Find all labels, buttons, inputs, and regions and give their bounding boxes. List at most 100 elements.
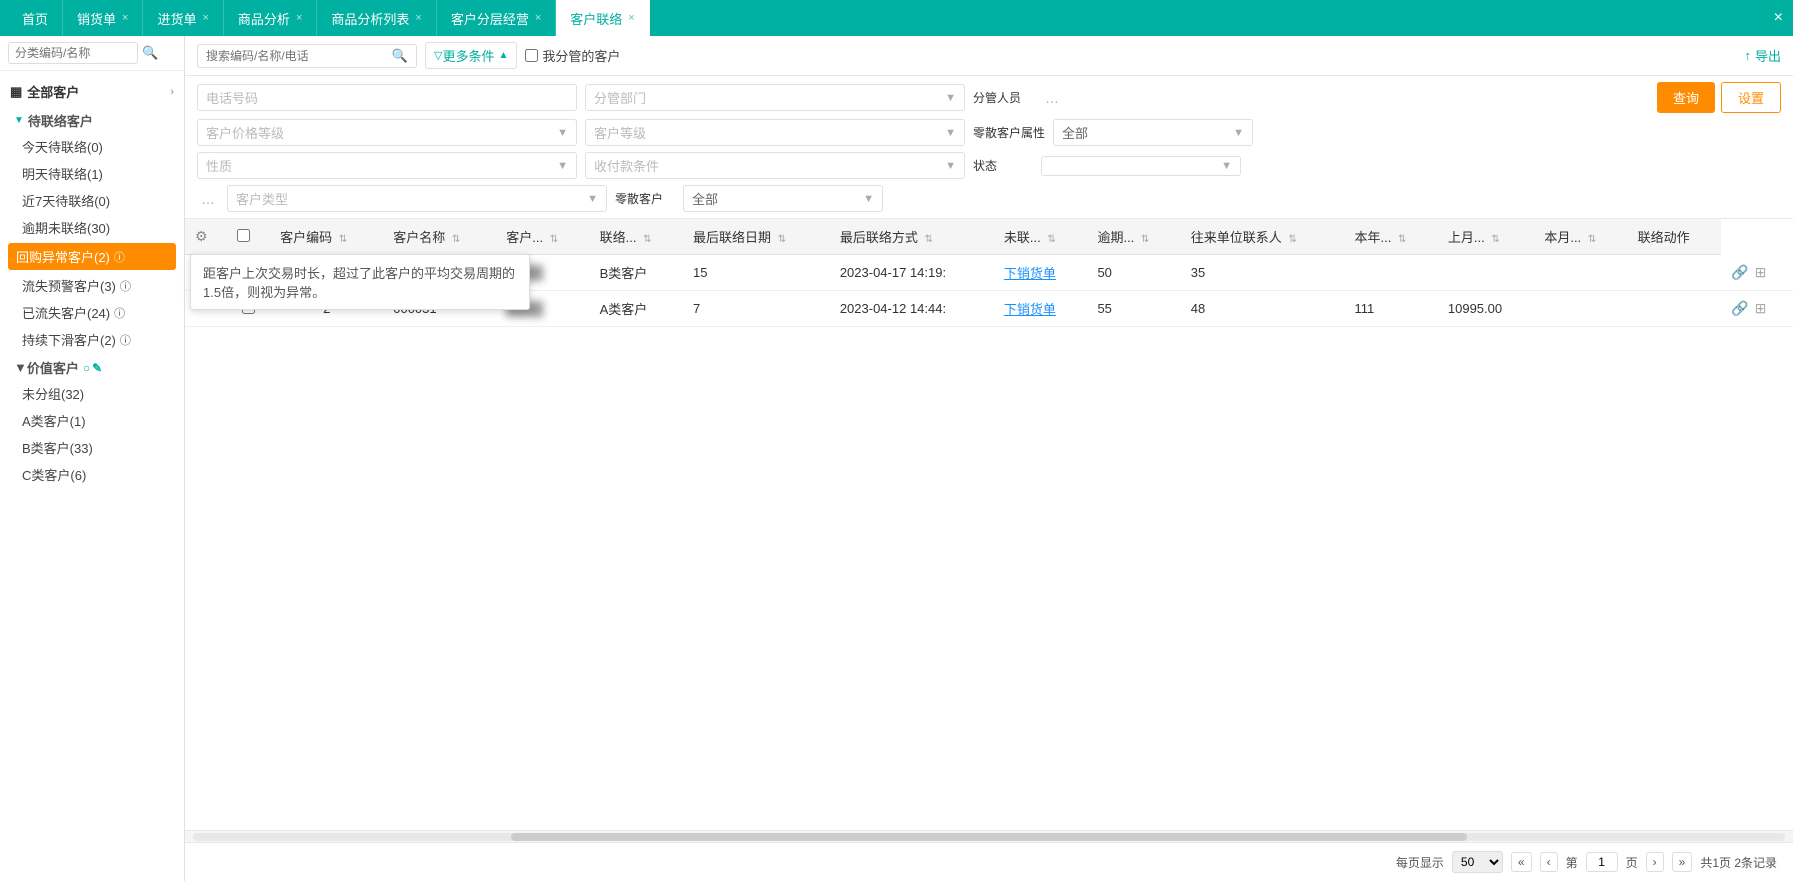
scroll-thumb[interactable] xyxy=(511,833,1466,841)
person-dots[interactable]: … xyxy=(1041,90,1063,106)
customer-grade-label: 客户等级 xyxy=(594,123,939,142)
close-icon[interactable]: × xyxy=(122,12,128,24)
link-action-icon[interactable]: 🔗 xyxy=(1731,300,1748,317)
last-method-column-header[interactable]: 最后联络方式 ⇅ xyxy=(830,219,994,255)
link-action-icon[interactable]: 🔗 xyxy=(1731,264,1748,281)
overdue-column-header[interactable]: 逾期... ⇅ xyxy=(1087,219,1180,255)
close-icon[interactable]: × xyxy=(535,12,541,24)
refresh-icon[interactable]: ○ xyxy=(83,361,90,375)
sidebar-item-abnormal[interactable]: 回购异常客户(2) ⓘ xyxy=(8,243,176,270)
settings-column-header[interactable]: ⚙ xyxy=(185,219,227,255)
sidebar-all-customers[interactable]: ▦ 全部客户 › xyxy=(0,77,184,106)
sidebar-search-area: 🔍 xyxy=(0,36,184,71)
contact-count-column-header[interactable]: 联络... ⇅ xyxy=(590,219,683,255)
nature-field[interactable]: 性质 ▼ xyxy=(197,152,577,179)
info-icon: ⓘ xyxy=(114,305,125,321)
my-customers-checkbox[interactable] xyxy=(525,49,538,62)
set-button[interactable]: 设置 xyxy=(1721,82,1781,113)
sidebar-value-title[interactable]: ▼ 价值客户 ○ ✎ xyxy=(0,353,184,380)
info-icon: ⓘ xyxy=(120,278,131,294)
row-this-month xyxy=(1628,255,1722,291)
nav-purchase[interactable]: 进货单 × xyxy=(143,0,223,36)
this-month-column-header[interactable]: 本月... ⇅ xyxy=(1534,219,1627,255)
last-month-column-header[interactable]: 上月... ⇅ xyxy=(1438,219,1534,255)
sidebar-item-a-class[interactable]: A类客户(1) xyxy=(0,407,184,434)
scatter-attr-field[interactable]: 全部 ▼ xyxy=(1053,119,1253,146)
sidebar-item-7days[interactable]: 近7天待联络(0) xyxy=(0,187,184,214)
payment-field[interactable]: 收付款条件 ▼ xyxy=(585,152,965,179)
checkbox-column-header[interactable] xyxy=(227,219,270,255)
export-button[interactable]: ↑ 导出 xyxy=(1744,46,1781,65)
row-not-contacted: 50 xyxy=(1087,255,1180,291)
edit-icon[interactable]: ✎ xyxy=(92,361,102,375)
row-contact-count: 15 xyxy=(683,255,830,291)
annual-column-header[interactable]: 本年... ⇅ xyxy=(1345,219,1438,255)
prev-page-button[interactable]: ‹ xyxy=(1540,852,1558,872)
type-column-header[interactable]: 客户... ⇅ xyxy=(496,219,589,255)
price-grade-field[interactable]: 客户价格等级 ▼ xyxy=(197,119,577,146)
contacts-column-header[interactable]: 往来单位联系人 ⇅ xyxy=(1181,219,1345,255)
grid-action-icon[interactable]: ⊞ xyxy=(1755,300,1767,317)
phone-field[interactable]: 电话号码 xyxy=(197,84,577,111)
search-icon[interactable]: 🔍 xyxy=(392,48,408,64)
sidebar-item-today[interactable]: 今天待联络(0) xyxy=(0,133,184,160)
more-conditions-btn[interactable]: ▽ 更多条件 ▲ xyxy=(425,42,517,69)
dropdown-icon: ▼ xyxy=(945,127,956,139)
per-page-select[interactable]: 50 20 100 xyxy=(1452,851,1503,873)
query-button[interactable]: 查询 xyxy=(1657,82,1715,113)
my-customers-checkbox-label[interactable]: 我分管的客户 xyxy=(525,46,620,65)
sidebar-item-overdue[interactable]: 逾期未联络(30) xyxy=(0,214,184,241)
last-date-column-header[interactable]: 最后联络日期 ⇅ xyxy=(683,219,830,255)
sidebar-item-c-class[interactable]: C类客户(6) xyxy=(0,461,184,488)
window-close-button[interactable]: × xyxy=(1774,9,1783,27)
triangle-icon: ▼ xyxy=(14,115,24,126)
status-field[interactable]: ▼ xyxy=(1041,156,1241,176)
close-icon[interactable]: × xyxy=(628,12,634,24)
scatter-field[interactable]: 全部 ▼ xyxy=(683,185,883,212)
collapse-icon[interactable]: › xyxy=(170,86,174,98)
name-column-header[interactable]: 客户名称 ⇅ xyxy=(383,219,496,255)
extra-dots[interactable]: … xyxy=(197,191,219,207)
customer-grade-field[interactable]: 客户等级 ▼ xyxy=(585,119,965,146)
scatter-attr-value: 全部 xyxy=(1062,123,1227,142)
next-page-button[interactable]: › xyxy=(1646,852,1664,872)
sidebar-search-icon[interactable]: 🔍 xyxy=(142,45,158,61)
scroll-track xyxy=(193,833,1785,841)
close-icon[interactable]: × xyxy=(296,12,302,24)
total-records: 共1页 2条记录 xyxy=(1700,854,1777,871)
sidebar-item-tomorrow[interactable]: 明天待联络(1) xyxy=(0,160,184,187)
sidebar-search-input[interactable] xyxy=(8,42,138,64)
grid-action-icon[interactable]: ⊞ xyxy=(1755,264,1767,281)
page-number-input[interactable] xyxy=(1586,852,1618,872)
table-header-row: ⚙ 客户编码 ⇅ 客户名称 ⇅ 客户... ⇅ 联络... ⇅ 最后联络日期 ⇅… xyxy=(185,219,1793,255)
sort-icon: ⇅ xyxy=(1047,234,1055,245)
nav-customer-contact[interactable]: 客户联络 × xyxy=(556,0,649,36)
sidebar-pending-title[interactable]: ▼ 待联络客户 xyxy=(0,106,184,133)
nav-analysis[interactable]: 商品分析 × xyxy=(224,0,317,36)
not-contacted-column-header[interactable]: 未联... ⇅ xyxy=(994,219,1088,255)
horizontal-scrollbar[interactable] xyxy=(185,830,1793,842)
sidebar-item-b-class[interactable]: B类客户(33) xyxy=(0,434,184,461)
nav-analysis-list[interactable]: 商品分析列表 × xyxy=(317,0,436,36)
export-icon: ↑ xyxy=(1744,48,1751,63)
last-page-button[interactable]: » xyxy=(1672,852,1693,872)
row-last-contact-method[interactable]: 下销货单 xyxy=(994,255,1088,291)
sidebar-item-lost[interactable]: 已流失客户(24) ⓘ xyxy=(0,299,184,326)
select-all-checkbox[interactable] xyxy=(237,229,250,242)
first-page-button[interactable]: « xyxy=(1511,852,1532,872)
close-icon[interactable]: × xyxy=(202,12,208,24)
nav-sales[interactable]: 销货单 × xyxy=(63,0,143,36)
sidebar-item-at-risk[interactable]: 流失预警客户(3) ⓘ xyxy=(0,272,184,299)
code-column-header[interactable]: 客户编码 ⇅ xyxy=(270,219,383,255)
nav-home[interactable]: 首页 xyxy=(8,0,63,36)
customer-type-field[interactable]: 客户类型 ▼ xyxy=(227,185,607,212)
dept-field[interactable]: 分管部门 ▼ xyxy=(585,84,965,111)
row-last-month xyxy=(1534,291,1627,327)
row-last-contact-method[interactable]: 下销货单 xyxy=(994,291,1088,327)
close-icon[interactable]: × xyxy=(415,12,421,24)
payment-label: 收付款条件 xyxy=(594,156,939,175)
nav-customer-tier[interactable]: 客户分层经营 × xyxy=(437,0,556,36)
sidebar-item-ungroup[interactable]: 未分组(32) xyxy=(0,380,184,407)
sidebar-item-declining[interactable]: 持续下滑客户(2) ⓘ xyxy=(0,326,184,353)
customer-search-input[interactable] xyxy=(206,49,392,63)
